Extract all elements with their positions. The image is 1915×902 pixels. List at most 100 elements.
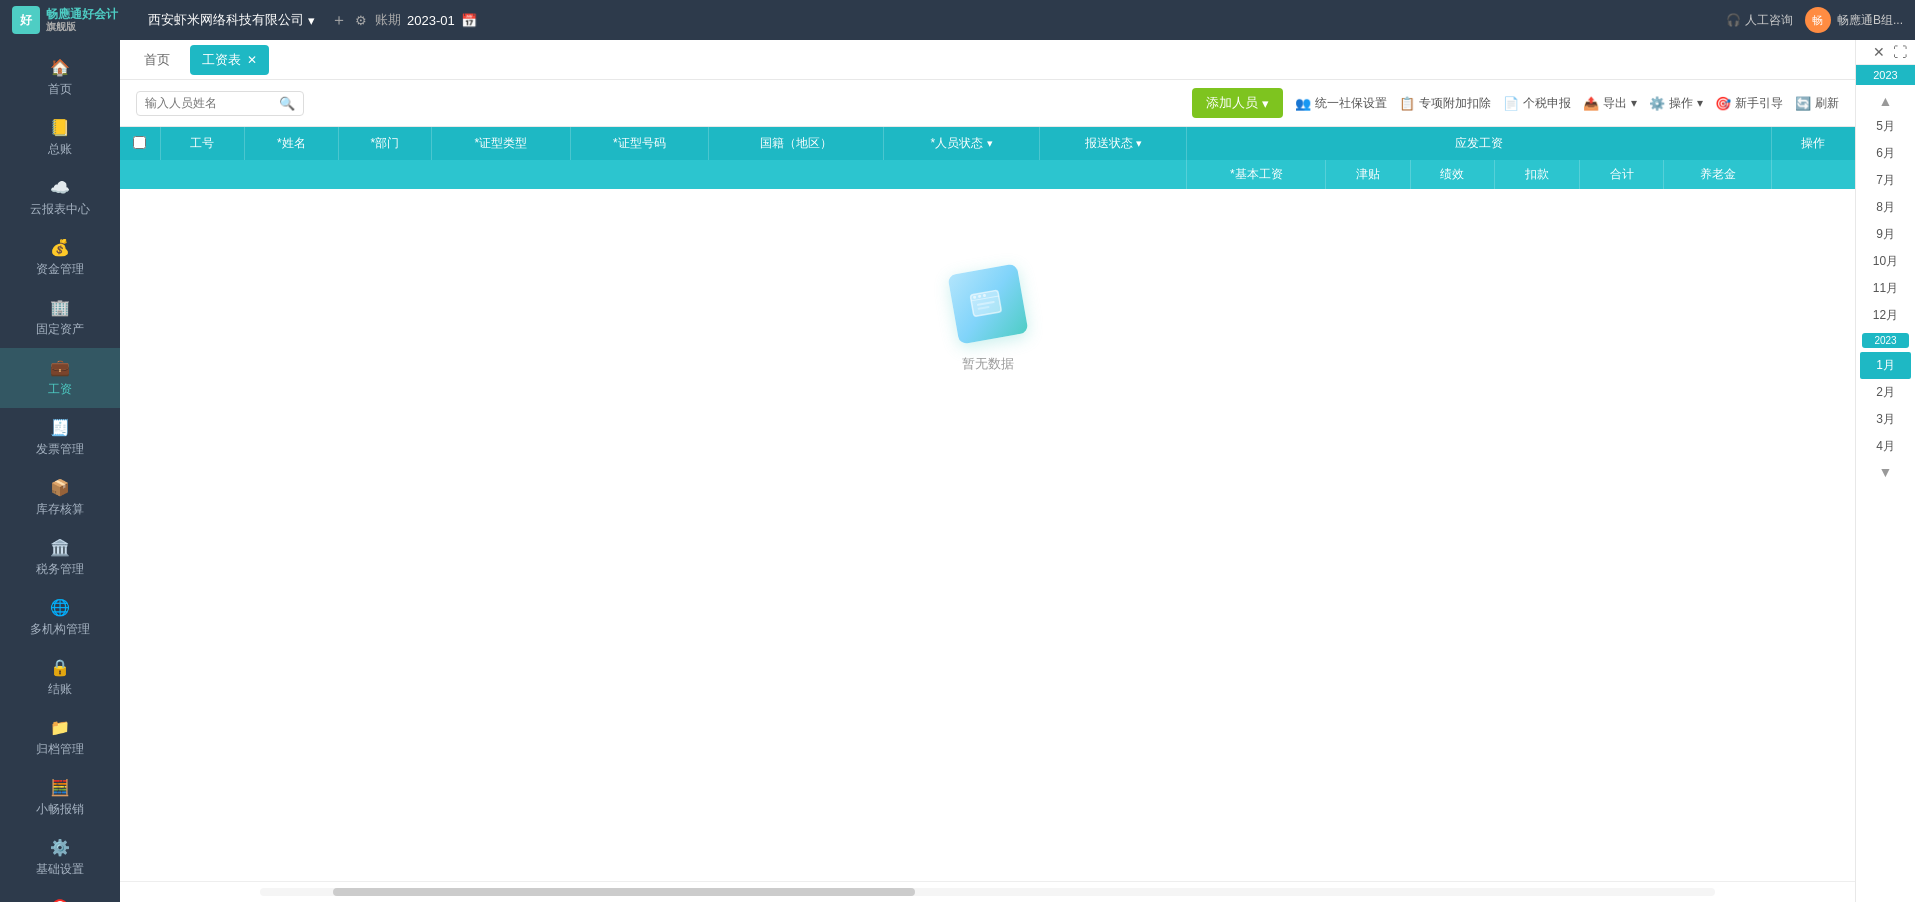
allowance-col: 津贴 bbox=[1325, 160, 1410, 189]
calendar-icon[interactable]: 📅 bbox=[461, 13, 477, 28]
sidebar-item-label: 基础设置 bbox=[36, 861, 84, 878]
month-item-feb[interactable]: 2月 bbox=[1856, 379, 1915, 406]
month-item-8[interactable]: 8月 bbox=[1856, 194, 1915, 221]
invoice-icon: 🧾 bbox=[50, 418, 70, 437]
sub-header-empty bbox=[120, 160, 1187, 189]
close-period-icon: 🔒 bbox=[50, 658, 70, 677]
top-header: 好 畅應通好会计 旗舰版 西安虾米网络科技有限公司 ▾ ＋ ⚙ 账期 2023-… bbox=[0, 0, 1915, 40]
operation-action[interactable]: ⚙️ 操作 ▾ bbox=[1649, 95, 1703, 112]
scroll-up-btn[interactable]: ▲ bbox=[1856, 89, 1915, 113]
scrollbar-thumb[interactable] bbox=[333, 888, 915, 896]
operation-label: 操作 bbox=[1669, 95, 1693, 112]
sidebar-item-label: 税务管理 bbox=[36, 561, 84, 578]
company-selector[interactable]: 西安虾米网络科技有限公司 ▾ bbox=[140, 7, 323, 33]
panel-close-icon[interactable]: ✕ bbox=[1873, 44, 1885, 60]
base-salary-col: *基本工资 bbox=[1187, 160, 1326, 189]
sidebar-item-fund[interactable]: 💰 资金管理 bbox=[0, 228, 120, 288]
sidebar-item-label: 结账 bbox=[48, 681, 72, 698]
month-item-jan[interactable]: 1月 bbox=[1860, 352, 1911, 379]
status-col[interactable]: *人员状态 ▾ bbox=[883, 127, 1039, 160]
sidebar-item-multi-org[interactable]: 🌐 多机构管理 bbox=[0, 588, 120, 648]
inventory-icon: 📦 bbox=[50, 478, 70, 497]
tab-salary[interactable]: 工资表 ✕ bbox=[190, 45, 269, 75]
export-action[interactable]: 📤 导出 ▾ bbox=[1583, 95, 1637, 112]
horizontal-scrollbar[interactable] bbox=[260, 888, 1715, 896]
total-col: 合计 bbox=[1579, 160, 1664, 189]
sidebar-item-label: 工资 bbox=[48, 381, 72, 398]
tab-salary-label: 工资表 bbox=[202, 51, 241, 69]
dept-col: *部门 bbox=[338, 127, 431, 160]
report-filter-icon[interactable]: ▾ bbox=[1136, 137, 1142, 149]
month-item-6[interactable]: 6月 bbox=[1856, 140, 1915, 167]
sidebar-item-label: 多机构管理 bbox=[30, 621, 90, 638]
month-item-10[interactable]: 10月 bbox=[1856, 248, 1915, 275]
sidebar-item-expense[interactable]: 🧮 小畅报销 bbox=[0, 768, 120, 828]
search-icon[interactable]: 🔍 bbox=[279, 96, 295, 111]
sidebar-item-cloud-report[interactable]: ☁️ 云报表中心 bbox=[0, 168, 120, 228]
sidebar-item-tax[interactable]: 🏛️ 税务管理 bbox=[0, 528, 120, 588]
empty-text: 暂无数据 bbox=[962, 355, 1014, 373]
sidebar-item-label: 首页 bbox=[48, 81, 72, 98]
action-sub-col bbox=[1771, 160, 1855, 189]
sidebar-item-settings[interactable]: ⚙️ 基础设置 bbox=[0, 828, 120, 888]
refresh-icon: 🔄 bbox=[1795, 96, 1811, 111]
search-wrap[interactable]: 🔍 bbox=[136, 91, 304, 116]
month-item-9[interactable]: 9月 bbox=[1856, 221, 1915, 248]
user-name: 畅應通B组... bbox=[1837, 12, 1903, 29]
logo-text: 畅應通好会计 旗舰版 bbox=[46, 7, 118, 33]
add-company-icon[interactable]: ＋ bbox=[331, 10, 347, 31]
sidebar-item-salary[interactable]: 💼 工资 bbox=[0, 348, 120, 408]
tax-icon: 🏛️ bbox=[50, 538, 70, 557]
tab-close-icon[interactable]: ✕ bbox=[247, 53, 257, 67]
month-item-12[interactable]: 12月 bbox=[1856, 302, 1915, 329]
empty-state-row: 暂无数据 bbox=[120, 189, 1855, 453]
user-menu[interactable]: 畅 畅應通B组... bbox=[1805, 7, 1903, 33]
salary-table-wrap: 工号 *姓名 *部门 *证型类型 *证型号码 国籍（地区） *人员状态 ▾ 报送… bbox=[120, 127, 1855, 881]
refresh-label: 刷新 bbox=[1815, 95, 1839, 112]
nation-col: 国籍（地区） bbox=[709, 127, 884, 160]
salary-icon: 💼 bbox=[50, 358, 70, 377]
tab-home-label: 首页 bbox=[144, 52, 170, 67]
panel-expand-icon[interactable]: ⛶ bbox=[1893, 44, 1907, 60]
social-insurance-action[interactable]: 👥 统一社保设置 bbox=[1295, 95, 1387, 112]
special-deduct-action[interactable]: 📋 专项附加扣除 bbox=[1399, 95, 1491, 112]
headphone-icon: 🎧 bbox=[1726, 13, 1741, 27]
status-filter-icon[interactable]: ▾ bbox=[987, 137, 993, 149]
month-item-5[interactable]: 5月 bbox=[1856, 113, 1915, 140]
month-item-7[interactable]: 7月 bbox=[1856, 167, 1915, 194]
sidebar-item-invoice[interactable]: 🧾 发票管理 bbox=[0, 408, 120, 468]
tax-return-label: 个税申报 bbox=[1523, 95, 1571, 112]
guide-icon: 🎯 bbox=[50, 898, 70, 902]
select-all-col[interactable] bbox=[120, 127, 160, 160]
sidebar-item-close[interactable]: 🔒 结账 bbox=[0, 648, 120, 708]
month-item-apr[interactable]: 4月 bbox=[1856, 433, 1915, 460]
sidebar-item-asset[interactable]: 🏢 固定资产 bbox=[0, 288, 120, 348]
settings-icon[interactable]: ⚙ bbox=[355, 13, 367, 28]
panel-controls: ✕ ⛶ bbox=[1856, 40, 1915, 65]
sidebar-item-archive[interactable]: 📁 归档管理 bbox=[0, 708, 120, 768]
month-item-11[interactable]: 11月 bbox=[1856, 275, 1915, 302]
sidebar-item-home[interactable]: 🏠 首页 bbox=[0, 48, 120, 108]
report-status-col[interactable]: 报送状态 ▾ bbox=[1040, 127, 1187, 160]
tab-home[interactable]: 首页 bbox=[132, 45, 182, 75]
month-panel-header: 2023 bbox=[1856, 65, 1915, 85]
refresh-action[interactable]: 🔄 刷新 bbox=[1795, 95, 1839, 112]
performance-col: 绩效 bbox=[1410, 160, 1495, 189]
month-item-mar[interactable]: 3月 bbox=[1856, 406, 1915, 433]
id-no-col: *证型号码 bbox=[570, 127, 709, 160]
expense-icon: 🧮 bbox=[50, 778, 70, 797]
scroll-down-btn[interactable]: ▼ bbox=[1856, 460, 1915, 484]
help-button[interactable]: 🎧 人工咨询 bbox=[1726, 12, 1793, 29]
sidebar-item-label: 发票管理 bbox=[36, 441, 84, 458]
empty-icon bbox=[947, 263, 1028, 344]
deduction-col: 扣款 bbox=[1495, 160, 1580, 189]
sidebar-item-ledger[interactable]: 📒 总账 bbox=[0, 108, 120, 168]
sidebar-item-label: 资金管理 bbox=[36, 261, 84, 278]
guide-action[interactable]: 🎯 新手引导 bbox=[1715, 95, 1783, 112]
sidebar-item-inventory[interactable]: 📦 库存核算 bbox=[0, 468, 120, 528]
sidebar-item-guide[interactable]: 🎯 新手引导 bbox=[0, 888, 120, 902]
search-input[interactable] bbox=[145, 96, 275, 110]
select-all-checkbox[interactable] bbox=[133, 136, 146, 149]
tax-return-action[interactable]: 📄 个税申报 bbox=[1503, 95, 1571, 112]
add-person-button[interactable]: 添加人员 ▾ bbox=[1192, 88, 1283, 118]
